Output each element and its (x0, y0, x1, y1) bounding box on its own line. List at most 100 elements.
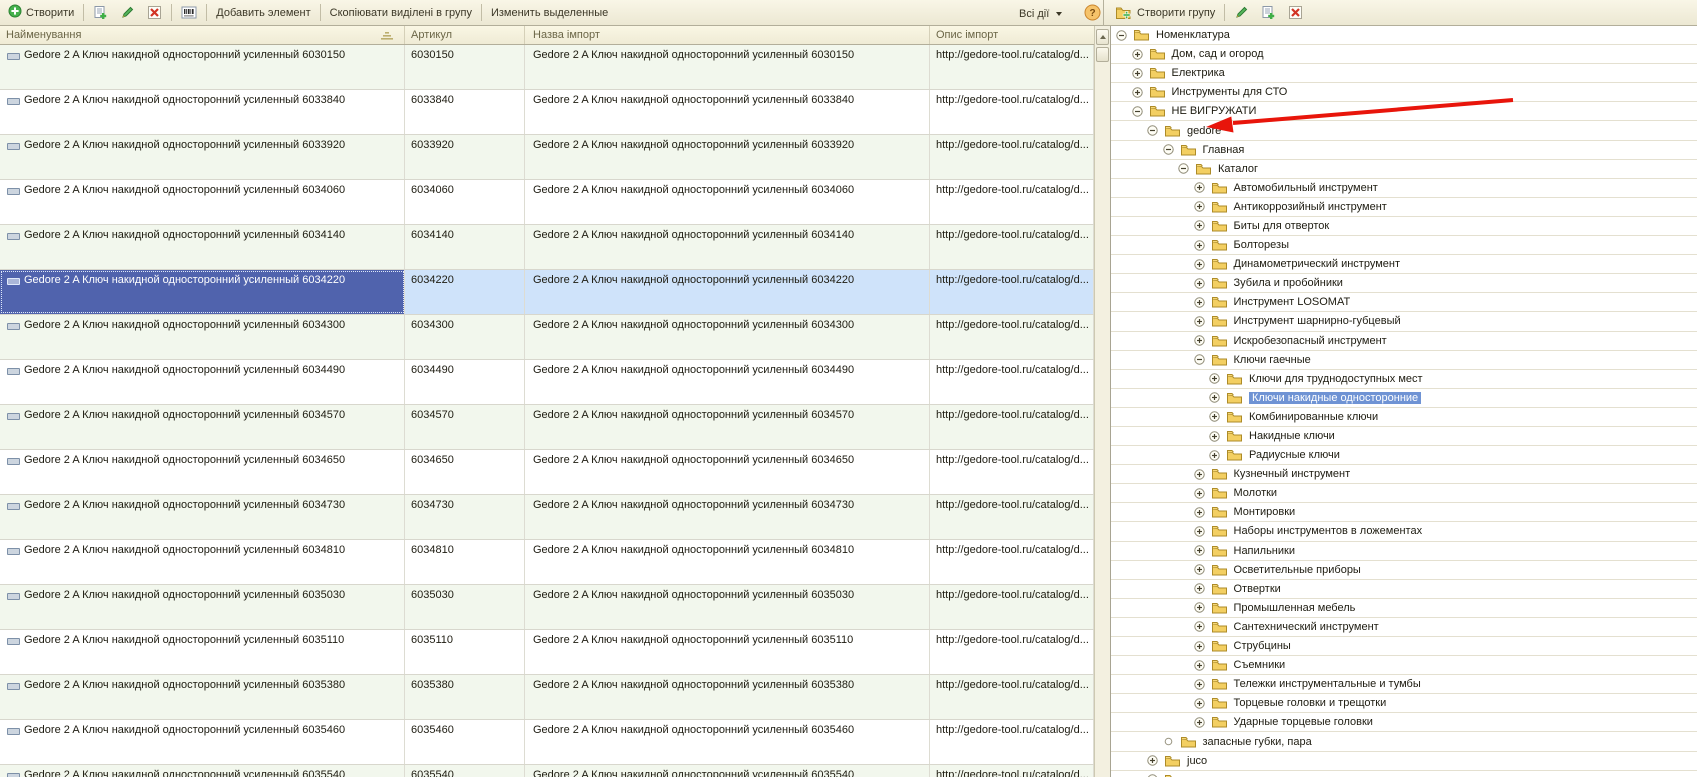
tree-item[interactable]: Ключи для труднодоступных мест (1111, 370, 1697, 389)
table-row[interactable]: Gedore 2 A Ключ накидной односторонний у… (0, 315, 1094, 360)
expand-toggle-icon[interactable] (1193, 316, 1205, 327)
expand-toggle-icon[interactable] (1209, 449, 1220, 461)
tree-item[interactable]: Струбцины (1111, 637, 1697, 657)
expand-toggle-icon[interactable] (1193, 602, 1205, 614)
expand-toggle-icon[interactable] (1193, 201, 1205, 213)
cell-import-desc[interactable]: http://gedore-tool.ru/catalog/d... (930, 270, 1094, 314)
collapse-toggle-icon[interactable] (1178, 163, 1189, 174)
expand-toggle-icon[interactable] (1193, 488, 1205, 499)
cell-import-desc[interactable]: http://gedore-tool.ru/catalog/d... (930, 675, 1094, 719)
cell-import-desc[interactable]: http://gedore-tool.ru/catalog/d... (930, 765, 1094, 777)
tree-item-label[interactable]: Биты для отверток (1234, 220, 1330, 232)
expand-toggle-icon[interactable] (1193, 335, 1205, 346)
tree-item-label[interactable]: Антикоррозийный инструмент (1234, 201, 1387, 213)
tree-item[interactable]: Промышленная мебель (1111, 599, 1697, 618)
copy-group-button[interactable] (1255, 1, 1282, 24)
cell-article[interactable]: 6034300 (405, 315, 525, 359)
expand-toggle-icon[interactable] (1193, 659, 1205, 671)
cell-import-name[interactable]: Gedore 2 A Ключ накидной односторонний у… (525, 585, 930, 629)
expand-toggle-icon[interactable] (1193, 297, 1205, 308)
tree-item[interactable]: Сантехнический инструмент (1111, 618, 1697, 637)
cell-name[interactable]: Gedore 2 A Ключ накидной односторонний у… (0, 315, 405, 359)
cell-article[interactable]: 6034220 (405, 270, 525, 314)
expand-toggle-icon[interactable] (1193, 698, 1205, 709)
edit-group-button[interactable] (1228, 1, 1255, 24)
expand-toggle-icon[interactable] (1131, 87, 1143, 98)
tree-item-label[interactable]: Електрика (1172, 67, 1225, 79)
cell-article[interactable]: 6034570 (405, 405, 525, 449)
tree-item-label[interactable]: Молотки (1234, 487, 1278, 499)
tree-item-label[interactable]: Съемники (1234, 659, 1286, 671)
cell-import-name[interactable]: Gedore 2 A Ключ накидной односторонний у… (525, 315, 930, 359)
cell-article[interactable]: 6035110 (405, 630, 525, 674)
cell-import-desc[interactable]: http://gedore-tool.ru/catalog/d... (930, 315, 1094, 359)
tree-item[interactable]: Напильники (1111, 542, 1697, 561)
cell-import-name[interactable]: Gedore 2 A Ключ накидной односторонний у… (525, 270, 930, 314)
collapse-toggle-icon[interactable] (1131, 106, 1143, 117)
cell-import-name[interactable]: Gedore 2 A Ключ накидной односторонний у… (525, 180, 930, 224)
help-button[interactable]: ? (1084, 4, 1101, 24)
tree-item-label[interactable]: НЕ ВИГРУЖАТИ (1172, 105, 1257, 117)
table-row[interactable]: Gedore 2 A Ключ накидной односторонний у… (0, 135, 1094, 180)
create-group-button[interactable]: Створити групу (1110, 1, 1221, 24)
cell-name[interactable]: Gedore 2 A Ключ накидной односторонний у… (0, 270, 405, 314)
cell-name[interactable]: Gedore 2 A Ключ накидной односторонний у… (0, 720, 405, 764)
tree-item-label[interactable]: Промышленная мебель (1234, 602, 1356, 614)
tree-item-label[interactable]: Номенклатура (1156, 29, 1230, 41)
table-row[interactable]: Gedore 2 A Ключ накидной односторонний у… (0, 90, 1094, 135)
tree-item[interactable]: НЕ ВИГРУЖАТИ (1111, 102, 1697, 122)
expand-toggle-icon[interactable] (1193, 182, 1205, 193)
tree-item[interactable]: Тележки инструментальные и тумбы (1111, 675, 1697, 695)
expand-toggle-icon[interactable] (1209, 373, 1220, 384)
expand-toggle-icon[interactable] (1193, 258, 1205, 270)
expand-toggle-icon[interactable] (1193, 640, 1205, 652)
table-row[interactable]: Gedore 2 A Ключ накидной односторонний у… (0, 180, 1094, 225)
tree-item-label[interactable]: Автомобильный инструмент (1234, 182, 1378, 194)
column-header-import-name[interactable]: Назва імпорт (525, 26, 930, 44)
cell-import-desc[interactable]: http://gedore-tool.ru/catalog/d... (930, 720, 1094, 764)
tree-item-label[interactable]: Торцевые головки и трещотки (1234, 697, 1387, 709)
add-element-button[interactable]: Добавить элемент (210, 1, 316, 24)
delete-group-button[interactable] (1282, 1, 1309, 24)
tree-item-label[interactable]: Зубила и пробойники (1234, 277, 1343, 289)
cell-name[interactable]: Gedore 2 A Ключ накидной односторонний у… (0, 630, 405, 674)
cell-import-desc[interactable]: http://gedore-tool.ru/catalog/d... (930, 450, 1094, 494)
cell-import-name[interactable]: Gedore 2 A Ключ накидной односторонний у… (525, 630, 930, 674)
tree-item-label[interactable]: Ключи гаечные (1234, 354, 1311, 366)
edit-item-button[interactable] (114, 1, 141, 24)
tree-item[interactable]: Динамометрический инструмент (1111, 255, 1697, 275)
cell-name[interactable]: Gedore 2 A Ключ накидной односторонний у… (0, 585, 405, 629)
cell-name[interactable]: Gedore 2 A Ключ накидной односторонний у… (0, 540, 405, 584)
tree-item[interactable]: Отвертки (1111, 580, 1697, 599)
expand-toggle-icon[interactable] (1193, 526, 1205, 537)
table-row[interactable]: Gedore 2 A Ключ накидной односторонний у… (0, 720, 1094, 765)
cell-article[interactable]: 6035030 (405, 585, 525, 629)
expand-toggle-icon[interactable] (1193, 507, 1205, 518)
tree-item-label[interactable]: Напильники (1234, 545, 1296, 557)
edit-selected-button[interactable]: Изменить выделенные (485, 1, 614, 24)
cell-name[interactable]: Gedore 2 A Ключ накидной односторонний у… (0, 225, 405, 269)
barcode-button[interactable] (175, 1, 203, 24)
expand-toggle-icon[interactable] (1193, 469, 1205, 480)
table-row[interactable]: Gedore 2 A Ключ накидной односторонний у… (0, 540, 1094, 585)
expand-toggle-icon[interactable] (1147, 755, 1158, 766)
tree-item-label[interactable]: Сантехнический инструмент (1234, 621, 1379, 633)
cell-article[interactable]: 6034140 (405, 225, 525, 269)
cell-import-desc[interactable]: http://gedore-tool.ru/catalog/d... (930, 360, 1094, 404)
tree-item-label[interactable]: Динамометрический инструмент (1234, 258, 1401, 270)
tree-item-label[interactable]: Тележки инструментальные и тумбы (1234, 678, 1421, 690)
cell-import-name[interactable]: Gedore 2 A Ключ накидной односторонний у… (525, 225, 930, 269)
cell-import-desc[interactable]: http://gedore-tool.ru/catalog/d... (930, 585, 1094, 629)
tree-item-label[interactable]: Ключи для труднодоступных мест (1249, 373, 1423, 385)
tree-item-label[interactable]: Отвертки (1234, 583, 1281, 595)
create-button[interactable]: Створити (2, 1, 80, 24)
cell-article[interactable]: 6034060 (405, 180, 525, 224)
tree-item[interactable]: Болторезы (1111, 236, 1697, 256)
tree-item[interactable] (1111, 771, 1697, 777)
tree-item[interactable]: Зубила и пробойники (1111, 274, 1697, 294)
tree-item-label[interactable]: запасные губки, пара (1203, 736, 1312, 748)
cell-import-name[interactable]: Gedore 2 A Ключ накидной односторонний у… (525, 450, 930, 494)
cell-article[interactable]: 6034650 (405, 450, 525, 494)
table-row[interactable]: Gedore 2 A Ключ накидной односторонний у… (0, 630, 1094, 675)
expand-toggle-icon[interactable] (1193, 583, 1205, 594)
